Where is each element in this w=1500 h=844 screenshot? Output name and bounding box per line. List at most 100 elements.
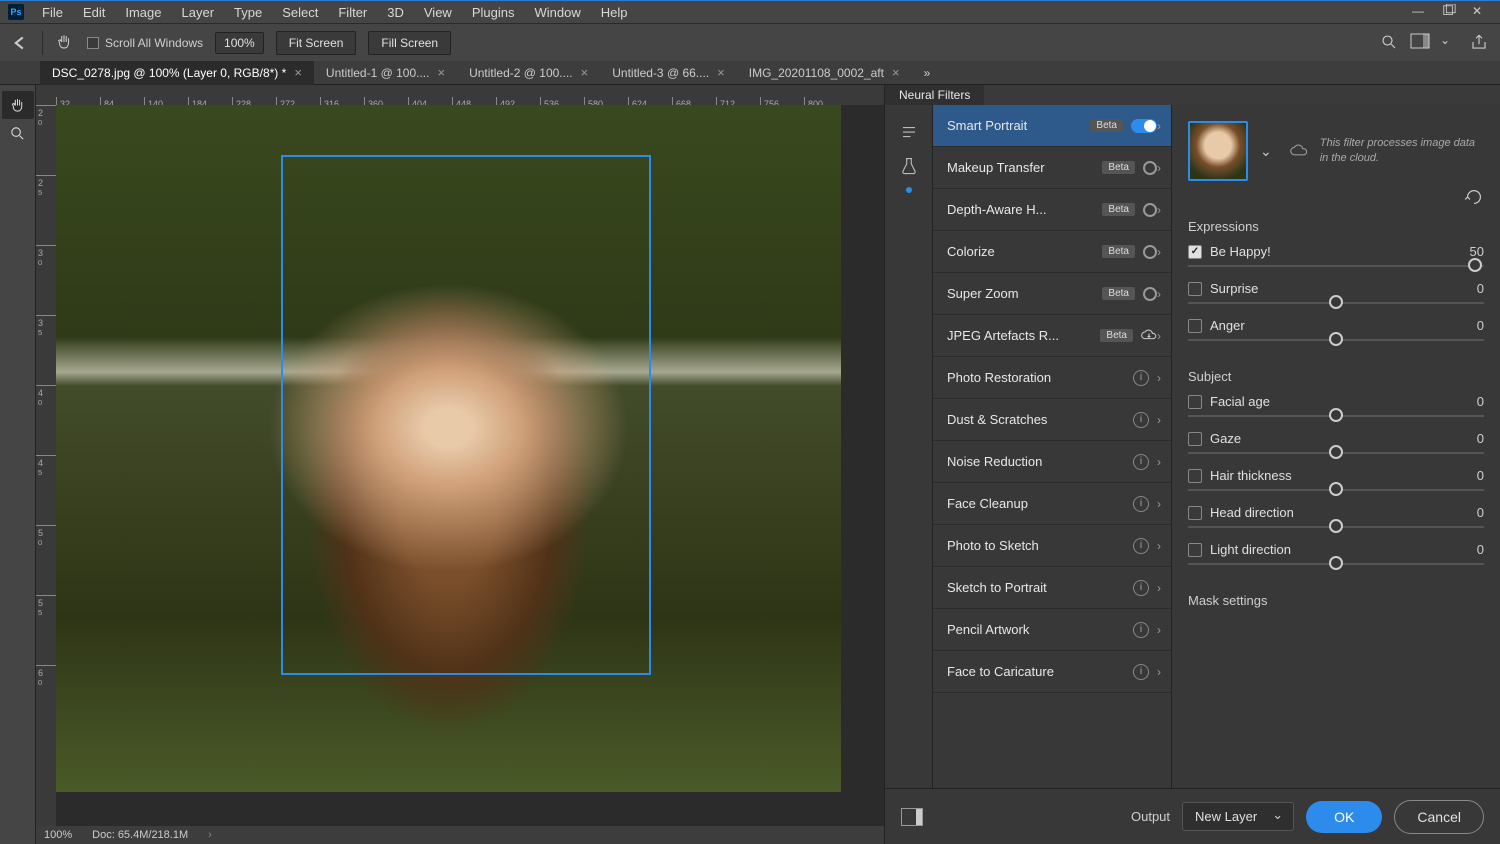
preview-layout-button[interactable] <box>901 808 923 826</box>
filter-photo-to-sketch[interactable]: Photo to Sketchi› <box>933 525 1171 567</box>
maximize-button[interactable] <box>1442 4 1458 20</box>
slider-checkbox[interactable] <box>1188 282 1202 296</box>
cancel-button[interactable]: Cancel <box>1394 800 1484 834</box>
slider-checkbox[interactable] <box>1188 395 1202 409</box>
slider-thumb[interactable] <box>1329 482 1343 496</box>
slider-track[interactable] <box>1188 302 1484 304</box>
menu-view[interactable]: View <box>414 5 462 20</box>
document-tab[interactable]: Untitled-2 @ 100....× <box>457 61 600 85</box>
menu-image[interactable]: Image <box>115 5 171 20</box>
info-icon[interactable]: i <box>1133 664 1149 680</box>
slider-track[interactable] <box>1188 563 1484 565</box>
filter-toggle[interactable] <box>1143 161 1157 175</box>
tab-close-icon[interactable]: × <box>717 65 725 80</box>
face-selection-rect[interactable] <box>281 155 651 675</box>
menu-edit[interactable]: Edit <box>73 5 115 20</box>
slider-checkbox[interactable] <box>1188 319 1202 333</box>
search-icon[interactable] <box>1380 33 1400 53</box>
zoom-tool[interactable] <box>2 119 34 147</box>
document-tab[interactable]: Untitled-1 @ 100....× <box>314 61 457 85</box>
filter-smart-portrait[interactable]: Smart PortraitBeta› <box>933 105 1171 147</box>
document-tab[interactable]: IMG_20201108_0002_aft× <box>737 61 912 85</box>
reset-button[interactable] <box>1464 189 1484 205</box>
hand-tool-icon[interactable] <box>55 33 75 53</box>
filter-colorize[interactable]: ColorizeBeta› <box>933 231 1171 273</box>
slider-thumb[interactable] <box>1468 258 1482 272</box>
filter-makeup-transfer[interactable]: Makeup TransferBeta› <box>933 147 1171 189</box>
menu-3d[interactable]: 3D <box>377 5 414 20</box>
info-icon[interactable]: i <box>1133 454 1149 470</box>
info-icon[interactable]: i <box>1133 622 1149 638</box>
filter-jpeg-artefacts-r-[interactable]: JPEG Artefacts R...Beta› <box>933 315 1171 357</box>
slider-thumb[interactable] <box>1329 332 1343 346</box>
slider-track[interactable] <box>1188 415 1484 417</box>
filter-depth-aware-h-[interactable]: Depth-Aware H...Beta› <box>933 189 1171 231</box>
menu-filter[interactable]: Filter <box>328 5 377 20</box>
slider-thumb[interactable] <box>1329 295 1343 309</box>
close-button[interactable]: ✕ <box>1472 4 1488 20</box>
menu-layer[interactable]: Layer <box>172 5 225 20</box>
download-icon[interactable] <box>1141 328 1157 344</box>
filter-photo-restoration[interactable]: Photo Restorationi› <box>933 357 1171 399</box>
zoom-select[interactable]: 100% <box>215 32 264 54</box>
filter-toggle[interactable] <box>1143 245 1157 259</box>
info-icon[interactable]: i <box>1133 496 1149 512</box>
filter-face-to-caricature[interactable]: Face to Caricaturei› <box>933 651 1171 693</box>
panel-title[interactable]: Neural Filters <box>885 85 984 105</box>
tab-close-icon[interactable]: × <box>437 65 445 80</box>
hand-tool[interactable] <box>2 91 34 119</box>
tab-close-icon[interactable]: × <box>892 65 900 80</box>
ok-button[interactable]: OK <box>1306 801 1382 833</box>
slider-checkbox[interactable] <box>1188 432 1202 446</box>
filter-category-beta[interactable] <box>885 149 932 183</box>
slider-thumb[interactable] <box>1329 408 1343 422</box>
filter-toggle[interactable] <box>1143 203 1157 217</box>
share-icon[interactable] <box>1470 33 1490 53</box>
menu-select[interactable]: Select <box>272 5 328 20</box>
scroll-all-checkbox[interactable]: Scroll All Windows <box>87 36 203 50</box>
filter-super-zoom[interactable]: Super ZoomBeta› <box>933 273 1171 315</box>
menu-plugins[interactable]: Plugins <box>462 5 525 20</box>
face-thumbnail[interactable] <box>1188 121 1248 181</box>
slider-checkbox[interactable] <box>1188 543 1202 557</box>
slider-track[interactable] <box>1188 489 1484 491</box>
info-icon[interactable]: i <box>1133 412 1149 428</box>
slider-track[interactable] <box>1188 265 1484 267</box>
filter-noise-reduction[interactable]: Noise Reductioni› <box>933 441 1171 483</box>
slider-track[interactable] <box>1188 526 1484 528</box>
tab-close-icon[interactable]: × <box>581 65 589 80</box>
filter-toggle[interactable] <box>1143 287 1157 301</box>
filter-sketch-to-portrait[interactable]: Sketch to Portraiti› <box>933 567 1171 609</box>
slider-thumb[interactable] <box>1329 556 1343 570</box>
menu-file[interactable]: File <box>32 5 73 20</box>
slider-thumb[interactable] <box>1329 519 1343 533</box>
filter-dust-scratches[interactable]: Dust & Scratchesi› <box>933 399 1171 441</box>
chevron-down-icon[interactable]: ⌄ <box>1440 33 1460 53</box>
slider-checkbox[interactable] <box>1188 469 1202 483</box>
menu-window[interactable]: Window <box>524 5 590 20</box>
canvas[interactable] <box>56 105 884 826</box>
face-select-dropdown[interactable]: ⌄ <box>1260 143 1272 160</box>
document-tab[interactable]: Untitled-3 @ 66....× <box>600 61 736 85</box>
slider-track[interactable] <box>1188 452 1484 454</box>
tabs-overflow-button[interactable]: » <box>916 66 939 80</box>
fill-screen-button[interactable]: Fill Screen <box>368 31 451 55</box>
minimize-button[interactable]: — <box>1412 4 1428 20</box>
filter-face-cleanup[interactable]: Face Cleanupi› <box>933 483 1171 525</box>
filter-toggle[interactable] <box>1131 119 1157 133</box>
slider-track[interactable] <box>1188 339 1484 341</box>
document-tab[interactable]: DSC_0278.jpg @ 100% (Layer 0, RGB/8*) *× <box>40 61 314 85</box>
slider-thumb[interactable] <box>1329 445 1343 459</box>
info-icon[interactable]: i <box>1133 370 1149 386</box>
slider-checkbox[interactable] <box>1188 506 1202 520</box>
filter-category-featured[interactable] <box>885 115 932 149</box>
fit-screen-button[interactable]: Fit Screen <box>276 31 357 55</box>
menu-help[interactable]: Help <box>591 5 638 20</box>
info-icon[interactable]: i <box>1133 538 1149 554</box>
slider-checkbox[interactable] <box>1188 245 1202 259</box>
filter-pencil-artwork[interactable]: Pencil Artworki› <box>933 609 1171 651</box>
tab-close-icon[interactable]: × <box>294 65 302 80</box>
output-select[interactable]: New Layer <box>1182 802 1294 831</box>
menu-type[interactable]: Type <box>224 5 272 20</box>
back-button[interactable] <box>10 33 30 53</box>
